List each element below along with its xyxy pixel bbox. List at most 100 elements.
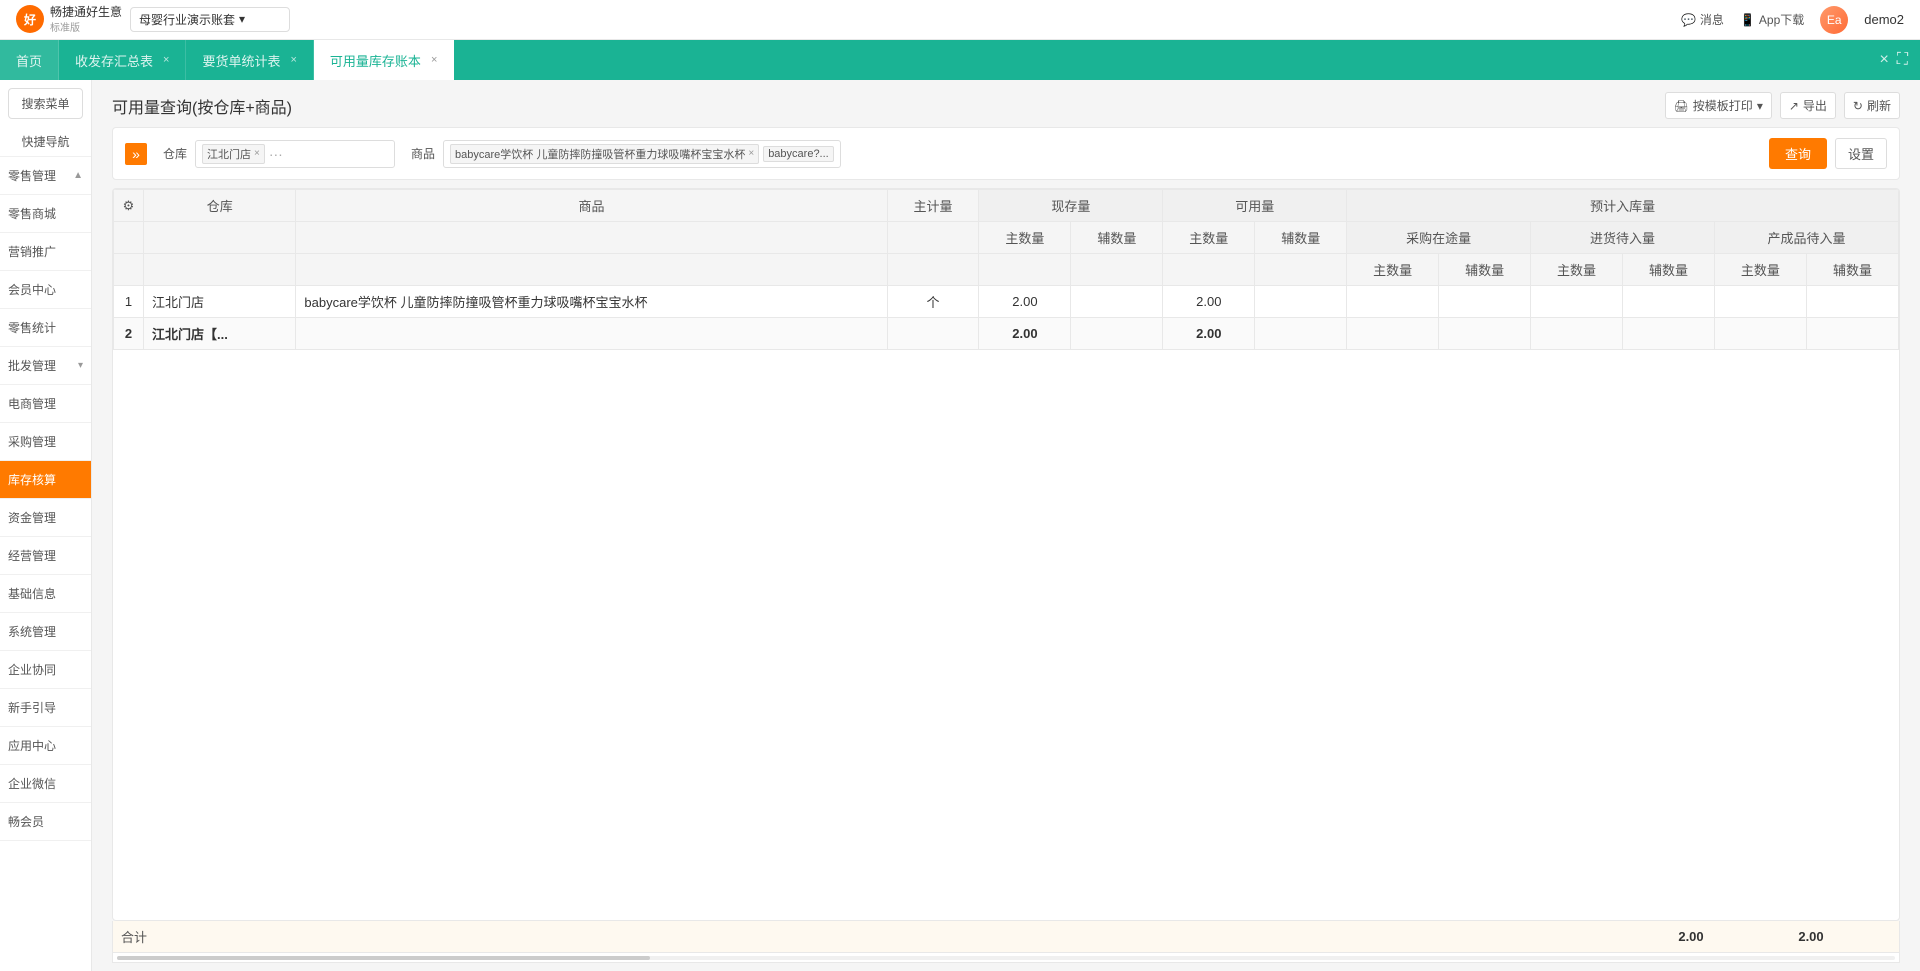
- warehouse-tag-text: 江北门店: [207, 146, 251, 162]
- col-inb-aux-sub2: 辅数量: [1623, 254, 1715, 286]
- col-am-sub2: [1163, 254, 1255, 286]
- sidebar-item-vip[interactable]: 畅会员: [0, 803, 91, 841]
- expand-filter-button[interactable]: »: [125, 143, 147, 165]
- tab-receipts-label: 收发存汇总表: [75, 51, 153, 70]
- close-window-icon[interactable]: ×: [1879, 51, 1888, 69]
- col-planned-inbound-header: 预计入库量: [1347, 190, 1899, 222]
- sidebar-item-retail-mgmt[interactable]: 零售管理 ▲: [0, 157, 91, 195]
- sidebar-item-purchase[interactable]: 采购管理: [0, 423, 91, 461]
- setting-button[interactable]: 设置: [1835, 138, 1887, 169]
- sidebar-item-member[interactable]: 会员中心: [0, 271, 91, 309]
- sidebar-item-enterprise[interactable]: 企业协同: [0, 651, 91, 689]
- data-table: ⚙ 仓库 商品 主计量 现存量 可用量 预计入库量 主数量: [113, 189, 1899, 350]
- sidebar-item-basic-info[interactable]: 基础信息: [0, 575, 91, 613]
- search-menu-button[interactable]: 搜索菜单: [8, 88, 83, 119]
- sidebar-item-marketing[interactable]: 营销推广: [0, 233, 91, 271]
- tab-home[interactable]: 首页: [0, 40, 59, 80]
- sidebar-item-newbie[interactable]: 新手引导: [0, 689, 91, 727]
- logo-icon: 好: [16, 5, 44, 33]
- app-icon: 📱: [1740, 13, 1755, 27]
- filter-actions: 查询 设置: [1769, 138, 1887, 169]
- tab-inventory[interactable]: 可用量库存账本 ×: [314, 40, 454, 80]
- sidebar-item-inventory-check[interactable]: 库存核算: [0, 461, 91, 499]
- tab-orders-close[interactable]: ×: [290, 54, 296, 66]
- sidebar-item-wholesale-label: 批发管理: [8, 357, 56, 374]
- tab-receipts-close[interactable]: ×: [163, 54, 169, 66]
- row1-fin-aux: [1806, 286, 1898, 318]
- col-pur-transit-sub: 采购在途量: [1347, 222, 1531, 254]
- print-button[interactable]: 🖨 按模板打印 ▾: [1665, 92, 1772, 119]
- sidebar-item-purchase-label: 采购管理: [8, 433, 56, 450]
- sidebar-item-finance-label: 资金管理: [8, 509, 56, 526]
- col-fin-main-sub2: 主数量: [1714, 254, 1806, 286]
- sidebar-item-retail-mall-label: 零售商城: [8, 205, 56, 222]
- sidebar-item-system[interactable]: 系统管理: [0, 613, 91, 651]
- warehouse-tags[interactable]: 江北门店 × ···: [195, 140, 395, 168]
- tab-orders-label: 要货单统计表: [202, 51, 280, 70]
- scrollbar-thumb[interactable]: [117, 956, 650, 960]
- sidebar-item-retail-stats[interactable]: 零售统计: [0, 309, 91, 347]
- col-fin-aux-sub2: 辅数量: [1806, 254, 1898, 286]
- sidebar-item-operations[interactable]: 经营管理: [0, 537, 91, 575]
- sidebar-item-inventory-check-label: 库存核算: [8, 471, 56, 488]
- col-pur-main-sub2: 主数量: [1347, 254, 1439, 286]
- product-label: 商品: [411, 145, 435, 162]
- content-area: 可用量查询(按仓库+商品) 🖨 按模板打印 ▾ ↗ 导出 ↻ 刷新 »: [92, 80, 1920, 971]
- row2-avail-main: 2.00: [1163, 318, 1255, 350]
- warehouse-tag: 江北门店 ×: [202, 144, 265, 164]
- sidebar-item-quick-nav[interactable]: 快捷导航: [0, 127, 91, 157]
- col-product-header: 商品: [296, 190, 887, 222]
- product-tag-1-text: babycare学饮杯 儿童防摔防撞吸管杯重力球吸嘴杯宝宝水杯: [455, 146, 745, 162]
- row2-pur-aux: [1439, 318, 1531, 350]
- footer-total-stock-main: 2.00: [1651, 929, 1731, 944]
- app-download-button[interactable]: 📱 App下载: [1740, 11, 1804, 28]
- nav-tabs: 首页 收发存汇总表 × 要货单统计表 × 可用量库存账本 × × ⛶: [0, 40, 1920, 80]
- product-tags[interactable]: babycare学饮杯 儿童防摔防撞吸管杯重力球吸嘴杯宝宝水杯 × babyca…: [443, 140, 841, 168]
- tab-receipts[interactable]: 收发存汇总表 ×: [59, 40, 186, 80]
- sidebar-item-wechat[interactable]: 企业微信: [0, 765, 91, 803]
- main-layout: 搜索菜单 快捷导航 零售管理 ▲ 零售商城 营销推广 会员中心 零售统计 批发管…: [0, 80, 1920, 971]
- query-button[interactable]: 查询: [1769, 138, 1827, 169]
- top-bar: 好 畅捷通好生意 标准版 母婴行业演示账套 ▾ 💬 消息 📱 App下载 Ea …: [0, 0, 1920, 40]
- sidebar-item-app-center-label: 应用中心: [8, 737, 56, 754]
- more-icon: ···: [269, 146, 283, 162]
- export-button[interactable]: ↗ 导出: [1780, 92, 1836, 119]
- col-avail-main-sub: 主数量: [1163, 222, 1255, 254]
- maximize-window-icon[interactable]: ⛶: [1897, 51, 1908, 69]
- row1-stock-main: 2.00: [979, 286, 1071, 318]
- window-controls: × ⛶: [1867, 40, 1920, 80]
- sidebar-item-wholesale[interactable]: 批发管理 ▾: [0, 347, 91, 385]
- tab-orders[interactable]: 要货单统计表 ×: [186, 40, 313, 80]
- row2-stock-aux: [1071, 318, 1163, 350]
- refresh-button[interactable]: ↻ 刷新: [1844, 92, 1900, 119]
- row2-inb-main: [1531, 318, 1623, 350]
- scrollbar-area[interactable]: [112, 953, 1900, 963]
- sidebar-item-finance[interactable]: 资金管理: [0, 499, 91, 537]
- tab-inventory-close[interactable]: ×: [431, 54, 437, 66]
- sidebar-item-app-center[interactable]: 应用中心: [0, 727, 91, 765]
- warehouse-tag-close[interactable]: ×: [254, 148, 260, 159]
- avatar[interactable]: Ea: [1820, 6, 1848, 34]
- row2-fin-main: [1714, 318, 1806, 350]
- col-unit-sub2: [887, 254, 979, 286]
- sidebar-item-member-label: 会员中心: [8, 281, 56, 298]
- filter-bar: » 仓库 江北门店 × ··· 商品 babycare学饮杯 儿童防摔防撞吸管杯…: [112, 127, 1900, 180]
- row1-stock-aux: [1071, 286, 1163, 318]
- product-tag-1-close[interactable]: ×: [748, 148, 754, 159]
- sidebar-search-area: 搜索菜单: [0, 80, 91, 127]
- row2-unit: [887, 318, 979, 350]
- sidebar-item-system-label: 系统管理: [8, 623, 56, 640]
- col-sa-sub2: [1071, 254, 1163, 286]
- store-selector[interactable]: 母婴行业演示账套 ▾: [130, 7, 290, 32]
- col-main-unit-header: 主计量: [887, 190, 979, 222]
- row1-inb-aux: [1623, 286, 1715, 318]
- row1-seq: 1: [114, 286, 144, 318]
- col-warehouse-header: 仓库: [144, 190, 296, 222]
- export-label: 导出: [1803, 97, 1827, 114]
- sidebar-item-retail-mall[interactable]: 零售商城: [0, 195, 91, 233]
- col-finished-pending-sub: 产成品待入量: [1714, 222, 1898, 254]
- sidebar-item-ecommerce[interactable]: 电商管理: [0, 385, 91, 423]
- col-prod-sub2: [296, 254, 887, 286]
- col-product-sub: [296, 222, 887, 254]
- message-button[interactable]: 💬 消息: [1681, 11, 1724, 28]
